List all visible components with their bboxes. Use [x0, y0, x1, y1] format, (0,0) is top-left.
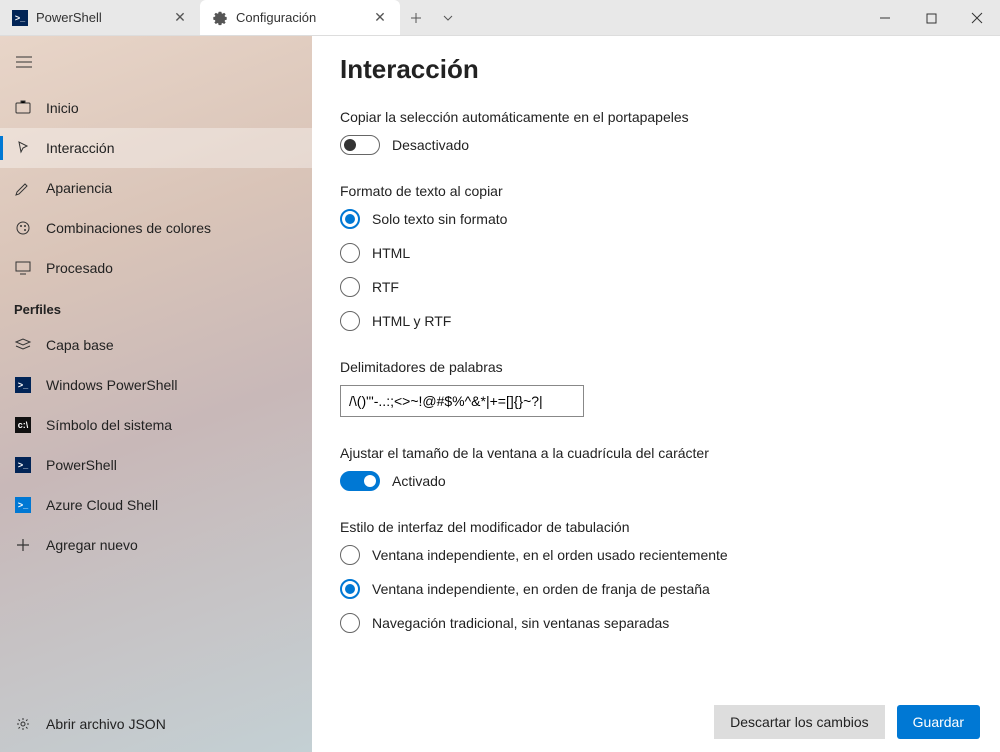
tab-dropdown-button[interactable]: [432, 0, 464, 36]
monitor-icon: [14, 259, 32, 277]
setting-snap: Ajustar el tamaño de la ventana a la cua…: [340, 445, 972, 491]
page-title: Interacción: [340, 54, 972, 85]
maximize-button[interactable]: [908, 0, 954, 36]
radio-label: HTML y RTF: [372, 313, 451, 329]
sidebar-profile-capa-base[interactable]: Capa base: [0, 325, 312, 365]
sidebar-profile-powershell[interactable]: >_ PowerShell: [0, 445, 312, 485]
sidebar-item-procesado[interactable]: Procesado: [0, 248, 312, 288]
radio-label: RTF: [372, 279, 399, 295]
sidebar-item-label: Agregar nuevo: [46, 537, 138, 553]
sidebar-profile-windows-powershell[interactable]: >_ Windows PowerShell: [0, 365, 312, 405]
close-icon[interactable]: ✕: [172, 10, 188, 26]
setting-label: Formato de texto al copiar: [340, 183, 972, 199]
sidebar-item-label: Interacción: [46, 140, 114, 156]
radio-icon: [340, 545, 360, 565]
setting-tabswitch: Estilo de interfaz del modificador de ta…: [340, 519, 972, 633]
palette-icon: [14, 219, 32, 237]
radio-label: Ventana independiente, en orden de franj…: [372, 581, 710, 597]
toggle-clipboard[interactable]: [340, 135, 380, 155]
close-icon[interactable]: ✕: [372, 10, 388, 26]
cursor-icon: [14, 139, 32, 157]
sidebar-item-inicio[interactable]: Inicio: [0, 88, 312, 128]
powershell-icon: >_: [14, 376, 32, 394]
sidebar-section-perfiles: Perfiles: [0, 288, 312, 325]
radio-strip-order[interactable]: Ventana independiente, en orden de franj…: [340, 579, 972, 599]
setting-label: Delimitadores de palabras: [340, 359, 972, 375]
setting-label: Estilo de interfaz del modificador de ta…: [340, 519, 972, 535]
setting-format: Formato de texto al copiar Solo texto si…: [340, 183, 972, 331]
sidebar-open-json[interactable]: Abrir archivo JSON: [0, 704, 312, 744]
radio-plain-text[interactable]: Solo texto sin formato: [340, 209, 972, 229]
titlebar: >_ PowerShell ✕ Configuración ✕: [0, 0, 1000, 36]
sidebar-item-colores[interactable]: Combinaciones de colores: [0, 208, 312, 248]
home-icon: [14, 99, 32, 117]
radio-html-rtf[interactable]: HTML y RTF: [340, 311, 972, 331]
sidebar-item-label: Azure Cloud Shell: [46, 497, 158, 513]
radio-traditional[interactable]: Navegación tradicional, sin ventanas sep…: [340, 613, 972, 633]
toggle-state: Activado: [392, 473, 446, 489]
sidebar-item-label: Inicio: [46, 100, 79, 116]
tab-powershell[interactable]: >_ PowerShell ✕: [0, 0, 200, 35]
plus-icon: [14, 536, 32, 554]
setting-label: Copiar la selección automáticamente en e…: [340, 109, 972, 125]
tab-label: Configuración: [236, 10, 316, 25]
radio-icon: [340, 613, 360, 633]
radio-icon: [340, 209, 360, 229]
close-button[interactable]: [954, 0, 1000, 36]
powershell-icon: >_: [14, 456, 32, 474]
sidebar-item-interaccion[interactable]: Interacción: [0, 128, 312, 168]
setting-clipboard: Copiar la selección automáticamente en e…: [340, 109, 972, 155]
radio-rtf[interactable]: RTF: [340, 277, 972, 297]
radio-label: HTML: [372, 245, 410, 261]
tab-controls: [400, 0, 464, 35]
sidebar-item-label: PowerShell: [46, 457, 117, 473]
powershell-icon: >_: [12, 10, 28, 26]
cmd-icon: c:\: [14, 416, 32, 434]
sidebar-add-new[interactable]: Agregar nuevo: [0, 525, 312, 565]
sidebar-profile-azure[interactable]: >_ Azure Cloud Shell: [0, 485, 312, 525]
sidebar-item-label: Apariencia: [46, 180, 112, 196]
footer: Descartar los cambios Guardar: [312, 692, 1000, 752]
setting-delimiters: Delimitadores de palabras: [340, 359, 972, 417]
radio-icon: [340, 579, 360, 599]
radio-html[interactable]: HTML: [340, 243, 972, 263]
radio-icon: [340, 243, 360, 263]
gear-icon: [212, 10, 228, 26]
sidebar-item-apariencia[interactable]: Apariencia: [0, 168, 312, 208]
sidebar-profile-cmd[interactable]: c:\ Símbolo del sistema: [0, 405, 312, 445]
setting-label: Ajustar el tamaño de la ventana a la cua…: [340, 445, 972, 461]
toggle-snap[interactable]: [340, 471, 380, 491]
discard-button[interactable]: Descartar los cambios: [714, 705, 885, 739]
radio-icon: [340, 311, 360, 331]
brush-icon: [14, 179, 32, 197]
sidebar-item-label: Combinaciones de colores: [46, 220, 211, 236]
radio-icon: [340, 277, 360, 297]
radio-label: Ventana independiente, en el orden usado…: [372, 547, 728, 563]
sidebar: Inicio Interacción Apariencia Combinacio…: [0, 36, 312, 752]
minimize-button[interactable]: [862, 0, 908, 36]
tab-settings[interactable]: Configuración ✕: [200, 0, 400, 35]
radio-label: Solo texto sin formato: [372, 211, 507, 227]
content: Interacción Copiar la selección automáti…: [312, 36, 1000, 752]
gear-icon: [14, 715, 32, 733]
sidebar-item-label: Símbolo del sistema: [46, 417, 172, 433]
hamburger-button[interactable]: [4, 42, 44, 82]
azure-icon: >_: [14, 496, 32, 514]
tab-label: PowerShell: [36, 10, 102, 25]
sidebar-item-label: Windows PowerShell: [46, 377, 178, 393]
save-button[interactable]: Guardar: [897, 705, 980, 739]
radio-mru-order[interactable]: Ventana independiente, en el orden usado…: [340, 545, 972, 565]
toggle-state: Desactivado: [392, 137, 469, 153]
sidebar-item-label: Abrir archivo JSON: [46, 716, 166, 732]
sidebar-item-label: Procesado: [46, 260, 113, 276]
new-tab-button[interactable]: [400, 0, 432, 36]
window-controls: [862, 0, 1000, 35]
radio-label: Navegación tradicional, sin ventanas sep…: [372, 615, 669, 631]
sidebar-item-label: Capa base: [46, 337, 114, 353]
delimiters-input[interactable]: [340, 385, 584, 417]
layers-icon: [14, 336, 32, 354]
